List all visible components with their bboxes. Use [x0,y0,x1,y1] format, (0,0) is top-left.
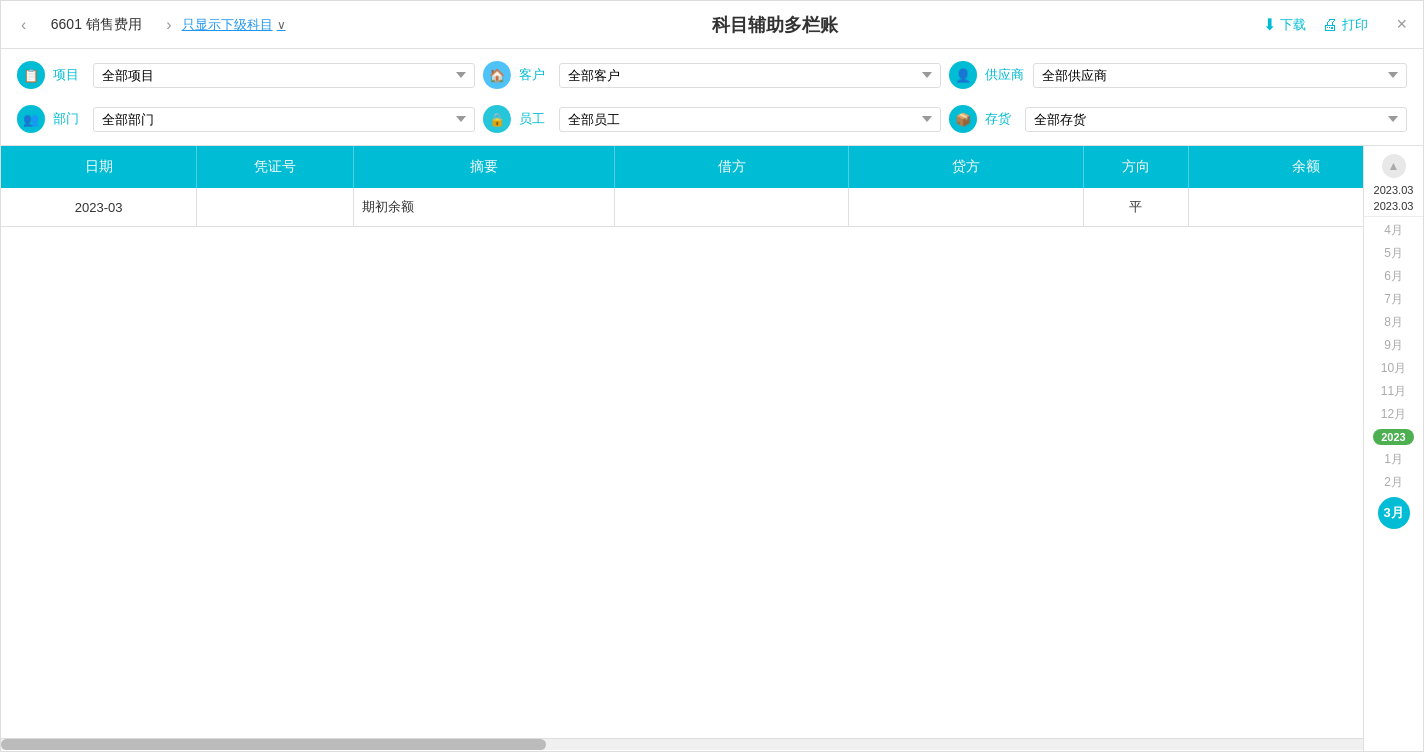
scrollbar-thumb [1,739,546,750]
table-area: 日期 凭证号 摘要 借方 贷方 方向 余额 2023-03 期初余额 [1,146,1423,750]
cell-summary: 期初余额 [353,188,614,227]
employee-label: 员工 [519,110,551,128]
month-1[interactable]: 1月 [1364,448,1423,471]
cell-date: 2023-03 [1,188,197,227]
print-icon: 🖨 [1322,16,1338,34]
department-icon: 👥 [17,105,45,133]
cell-credit [849,188,1084,227]
filter-label: 只显示下级科目 [182,16,273,34]
supplier-icon: 👤 [949,61,977,89]
col-header-direction: 方向 [1084,146,1188,188]
cell-debit [614,188,849,227]
filter-project: 📋 项目 全部项目 [17,57,475,93]
supplier-select[interactable]: 全部供应商 [1033,63,1407,88]
close-button[interactable]: × [1396,14,1407,35]
period-2023-03-top[interactable]: 2023.03 [1364,182,1423,198]
col-header-debit: 借方 [614,146,849,188]
col-header-summary: 摘要 [353,146,614,188]
project-select[interactable]: 全部项目 [93,63,475,88]
month-4[interactable]: 4月 [1364,219,1423,242]
nav-next-button[interactable]: › [162,14,175,36]
period-2023-03-second[interactable]: 2023.03 [1364,198,1423,217]
nav-prev-button[interactable]: ‹ [17,14,30,36]
filter-department: 👥 部门 全部部门 [17,101,475,137]
print-button[interactable]: 🖨 打印 [1322,16,1368,34]
inventory-select[interactable]: 全部存货 [1025,107,1407,132]
filter-employee: 🔒 员工 全部员工 [483,101,941,137]
table-row: 2023-03 期初余额 平 [1,188,1423,227]
cell-voucher [197,188,354,227]
customer-label: 客户 [519,66,551,84]
department-label: 部门 [53,110,85,128]
col-header-date: 日期 [1,146,197,188]
horizontal-scrollbar[interactable] [1,738,1363,750]
inventory-label: 存货 [985,110,1017,128]
supplier-label: 供应商 [985,66,1025,84]
ledger-table: 日期 凭证号 摘要 借方 贷方 方向 余额 2023-03 期初余额 [1,146,1423,227]
timeline-up-arrow[interactable]: ▲ [1382,154,1406,178]
col-header-voucher: 凭证号 [197,146,354,188]
year-badge-2023[interactable]: 2023 [1373,429,1413,445]
month-3-selected[interactable]: 3月 [1378,497,1410,529]
print-label: 打印 [1342,16,1368,34]
month-7[interactable]: 7月 [1364,288,1423,311]
employee-icon: 🔒 [483,105,511,133]
customer-icon: 🏠 [483,61,511,89]
download-label: 下载 [1280,16,1306,34]
download-icon: ⬇ [1263,15,1276,34]
month-2[interactable]: 2月 [1364,471,1423,494]
account-code-input[interactable]: 6601 销售费用 [36,17,156,33]
side-timeline-panel: ▲ 2023.03 2023.03 4月 5月 6月 7月 8月 9月 10月 … [1363,146,1423,752]
month-6[interactable]: 6月 [1364,265,1423,288]
page-title: 科目辅助多栏账 [712,15,838,35]
project-label: 项目 [53,66,85,84]
inventory-icon: 📦 [949,105,977,133]
show-sub-accounts-button[interactable]: 只显示下级科目 ∨ [182,16,286,34]
month-12[interactable]: 12月 [1364,403,1423,426]
dropdown-arrow-icon: ∨ [277,18,286,32]
col-header-credit: 贷方 [849,146,1084,188]
month-11[interactable]: 11月 [1364,380,1423,403]
filter-customer: 🏠 客户 全部客户 [483,57,941,93]
month-8[interactable]: 8月 [1364,311,1423,334]
filter-supplier: 👤 供应商 全部供应商 [949,57,1407,93]
month-9[interactable]: 9月 [1364,334,1423,357]
project-icon: 📋 [17,61,45,89]
month-5[interactable]: 5月 [1364,242,1423,265]
month-10[interactable]: 10月 [1364,357,1423,380]
department-select[interactable]: 全部部门 [93,107,475,132]
customer-select[interactable]: 全部客户 [559,63,941,88]
cell-direction: 平 [1084,188,1188,227]
filter-inventory: 📦 存货 全部存货 [949,101,1407,137]
employee-select[interactable]: 全部员工 [559,107,941,132]
download-button[interactable]: ⬇ 下载 [1263,15,1306,34]
